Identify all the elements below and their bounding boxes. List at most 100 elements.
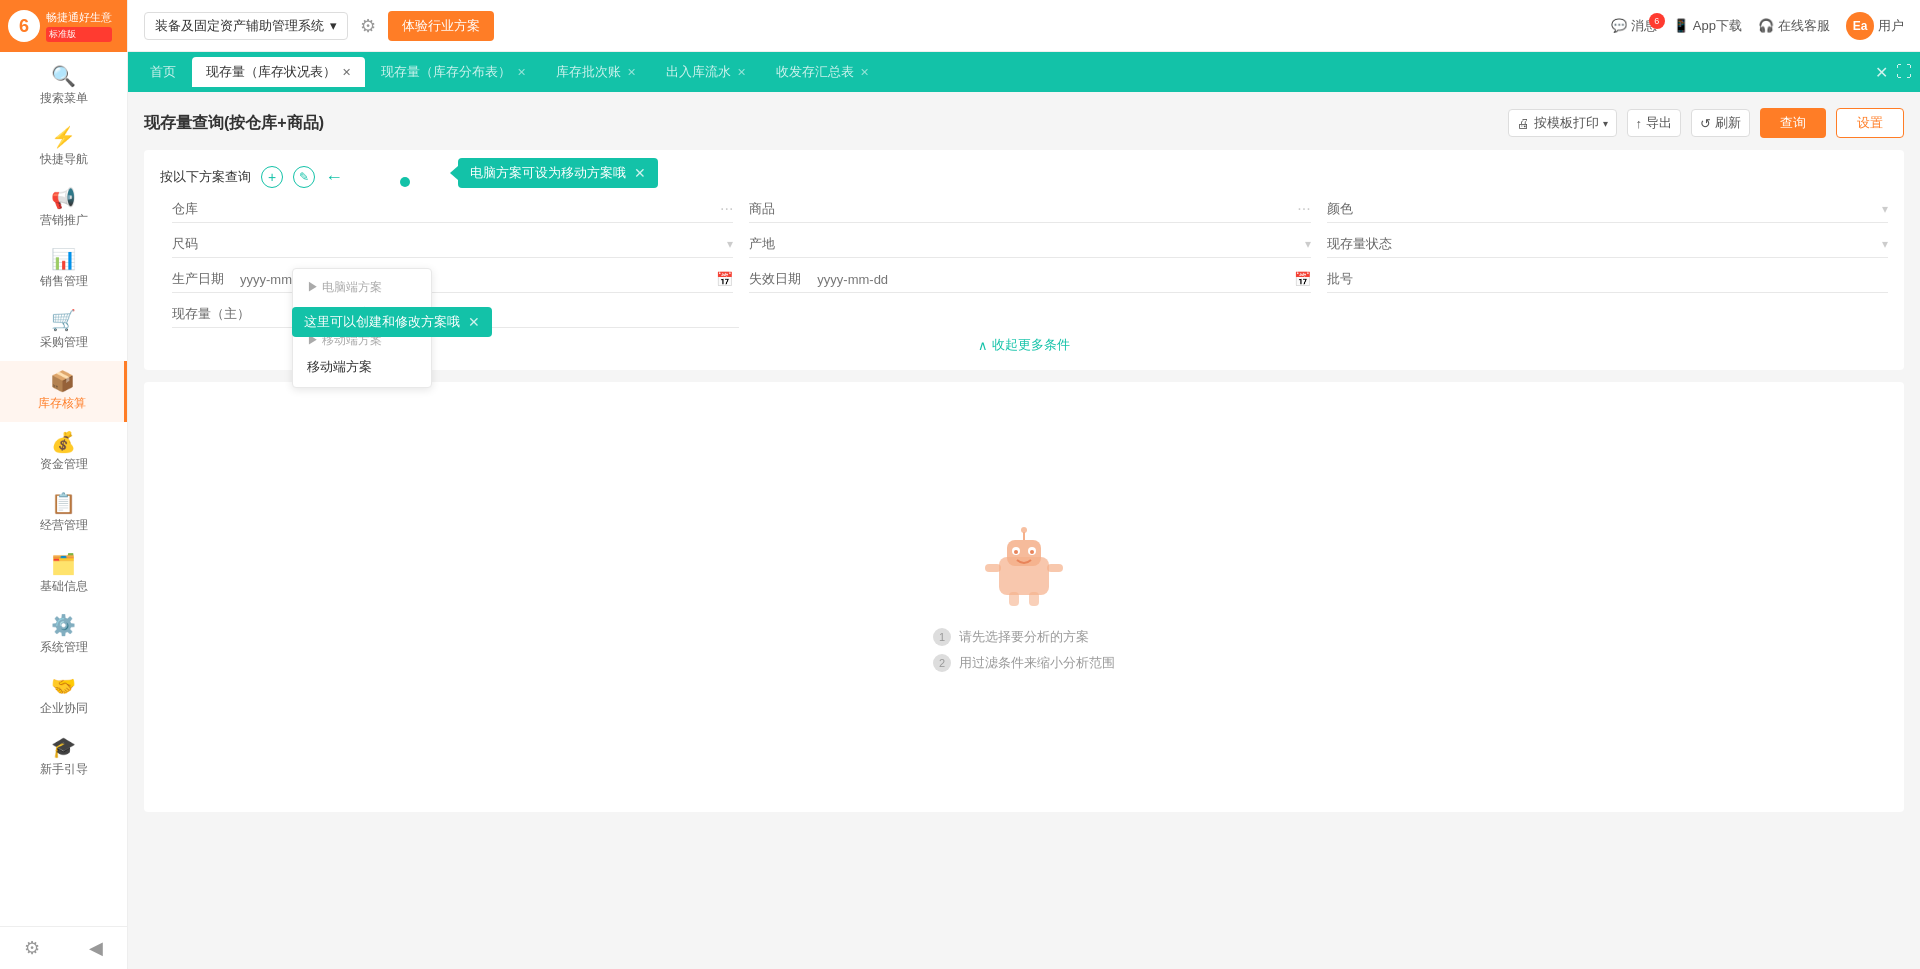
sidebar-item-finance[interactable]: 💰 资金管理	[0, 422, 127, 483]
batch-input[interactable]	[1395, 272, 1888, 287]
tab-inventory-status[interactable]: 现存量（库存状况表） ✕	[192, 57, 365, 87]
sidebar-item-label: 销售管理	[40, 273, 88, 290]
sidebar-item-label: 系统管理	[40, 639, 88, 656]
sidebar-item-system[interactable]: ⚙️ 系统管理	[0, 605, 127, 666]
tab-inventory-dist-label: 现存量（库存分布表）	[381, 63, 511, 81]
avatar: Ea	[1846, 12, 1874, 40]
user-area[interactable]: Ea 用户	[1846, 12, 1904, 40]
size-chevron-icon[interactable]: ▾	[727, 237, 733, 251]
collapse-sidebar-icon[interactable]: ◀	[89, 937, 103, 959]
sidebar-item-sales[interactable]: 📊 销售管理	[0, 239, 127, 300]
search-btn[interactable]: 查询	[1760, 108, 1826, 138]
hint-num-2: 2	[933, 654, 951, 672]
filter-field-product: 商品 ···	[749, 200, 1310, 223]
logo-icon: 6	[8, 10, 40, 42]
tab-close-icon[interactable]: ✕	[342, 66, 351, 79]
product-input[interactable]	[817, 202, 1289, 217]
gear-icon[interactable]: ⚙	[360, 15, 376, 37]
filter-field-size: 尺码 ▾	[172, 235, 733, 258]
export-btn[interactable]: ↑ 导出	[1627, 109, 1682, 137]
empty-hint-2: 2 用过滤条件来缩小分析范围	[933, 654, 1115, 672]
phone-icon: 📱	[1673, 18, 1689, 33]
tab-close-icon[interactable]: ✕	[517, 66, 526, 79]
sidebar-item-enterprise[interactable]: 🤝 企业协同	[0, 666, 127, 727]
sidebar-item-label: 快捷导航	[40, 151, 88, 168]
origin-chevron-icon[interactable]: ▾	[1305, 237, 1311, 251]
close-all-tabs-icon[interactable]: ✕	[1875, 63, 1888, 82]
marketing-icon: 📢	[51, 188, 76, 208]
empty-hint-1: 1 请先选择要分析的方案	[933, 628, 1115, 646]
hint-num-1: 1	[933, 628, 951, 646]
tab-summary[interactable]: 收发存汇总表 ✕	[762, 57, 883, 87]
calendar-exp-icon[interactable]: 📅	[1294, 271, 1311, 287]
product-label: 商品	[749, 200, 809, 218]
size-input[interactable]	[240, 237, 719, 252]
tab-inventory-dist[interactable]: 现存量（库存分布表） ✕	[367, 57, 540, 87]
scheme-arrow-btn[interactable]: ←	[325, 167, 343, 188]
online-support-btn[interactable]: 🎧 在线客服	[1758, 17, 1830, 35]
sidebar-item-quick[interactable]: ⚡ 快捷导航	[0, 117, 127, 178]
exp-date-input[interactable]	[817, 272, 1285, 287]
sidebar-item-inventory[interactable]: 📦 库存核算	[0, 361, 127, 422]
color-input[interactable]	[1395, 202, 1874, 217]
inv-status-input[interactable]	[1400, 237, 1874, 252]
prod-date-label: 生产日期	[172, 270, 232, 288]
system-selector[interactable]: 装备及固定资产辅助管理系统 ▾	[144, 12, 348, 40]
sidebar-item-operation[interactable]: 📋 经营管理	[0, 483, 127, 544]
logo-text: 畅捷通好生意	[46, 10, 112, 24]
refresh-btn[interactable]: ↺ 刷新	[1691, 109, 1750, 137]
sidebar-footer: ⚙ ◀	[0, 926, 127, 969]
sidebar-item-label: 营销推广	[40, 212, 88, 229]
scheme-tooltip-close[interactable]: ✕	[634, 165, 646, 181]
settings-btn[interactable]: 设置	[1836, 108, 1904, 138]
filter-field-warehouse: 仓库 ···	[172, 200, 733, 223]
tab-close-icon[interactable]: ✕	[737, 66, 746, 79]
sidebar-item-purchase[interactable]: 🛒 采购管理	[0, 300, 127, 361]
sidebar-item-basic[interactable]: 🗂️ 基础信息	[0, 544, 127, 605]
app-download-btn[interactable]: 📱 App下载	[1673, 17, 1742, 35]
tab-close-icon[interactable]: ✕	[860, 66, 869, 79]
sidebar-item-guide[interactable]: 🎓 新手引导	[0, 727, 127, 788]
warehouse-input[interactable]	[240, 202, 712, 217]
edit-tooltip-close[interactable]: ✕	[468, 314, 480, 330]
svg-rect-8	[1009, 592, 1019, 606]
search-icon: 🔍	[51, 66, 76, 86]
calendar-icon[interactable]: 📅	[716, 271, 733, 287]
inventory-icon: 📦	[50, 371, 75, 391]
message-btn[interactable]: 💬 6 消息	[1611, 17, 1657, 35]
sidebar-nav: 🔍 搜索菜单 ⚡ 快捷导航 📢 营销推广 📊 销售管理 🛒 采购管理 📦 库存核…	[0, 52, 127, 926]
sidebar-item-marketing[interactable]: 📢 营销推广	[0, 178, 127, 239]
edit-scheme-btn[interactable]: ✎	[293, 166, 315, 188]
expand-icon[interactable]: ⛶	[1896, 63, 1912, 81]
filter-field-prod-date: 生产日期 📅	[172, 270, 733, 293]
scheme-item-mobile[interactable]: 移动端方案	[293, 353, 431, 381]
tab-inventory-status-label: 现存量（库存状况表）	[206, 63, 336, 81]
edit-tooltip-text: 这里可以创建和修改方案哦	[304, 313, 460, 331]
filter-field-color: 颜色 ▾	[1327, 200, 1888, 223]
guide-icon: 🎓	[51, 737, 76, 757]
tab-inout-label: 出入库流水	[666, 63, 731, 81]
add-scheme-btn[interactable]: +	[261, 166, 283, 188]
filter-field-inv-status: 现存量状态 ▾	[1327, 235, 1888, 258]
scheme-section-pc-label: ▶ 电脑端方案	[293, 275, 431, 300]
tab-close-icon[interactable]: ✕	[627, 66, 636, 79]
inv-status-chevron-icon[interactable]: ▾	[1882, 237, 1888, 251]
tab-batch[interactable]: 库存批次账 ✕	[542, 57, 650, 87]
sidebar-item-search[interactable]: 🔍 搜索菜单	[0, 56, 127, 117]
warehouse-label: 仓库	[172, 200, 232, 218]
industry-btn[interactable]: 体验行业方案	[388, 11, 494, 41]
size-label: 尺码	[172, 235, 232, 253]
online-support-label: 在线客服	[1778, 17, 1830, 35]
color-chevron-icon[interactable]: ▾	[1882, 202, 1888, 216]
origin-input[interactable]	[817, 237, 1296, 252]
svg-point-11	[1021, 527, 1027, 533]
warehouse-dots-icon[interactable]: ···	[720, 200, 733, 218]
print-btn[interactable]: 🖨 按模板打印 ▾	[1508, 109, 1617, 137]
tab-home[interactable]: 首页	[136, 57, 190, 87]
edit-tooltip: 这里可以创建和修改方案哦 ✕	[292, 307, 492, 337]
product-dots-icon[interactable]: ···	[1297, 200, 1310, 218]
tab-inout[interactable]: 出入库流水 ✕	[652, 57, 760, 87]
sidebar-item-label: 采购管理	[40, 334, 88, 351]
settings-footer-icon[interactable]: ⚙	[24, 937, 40, 959]
tab-batch-label: 库存批次账	[556, 63, 621, 81]
